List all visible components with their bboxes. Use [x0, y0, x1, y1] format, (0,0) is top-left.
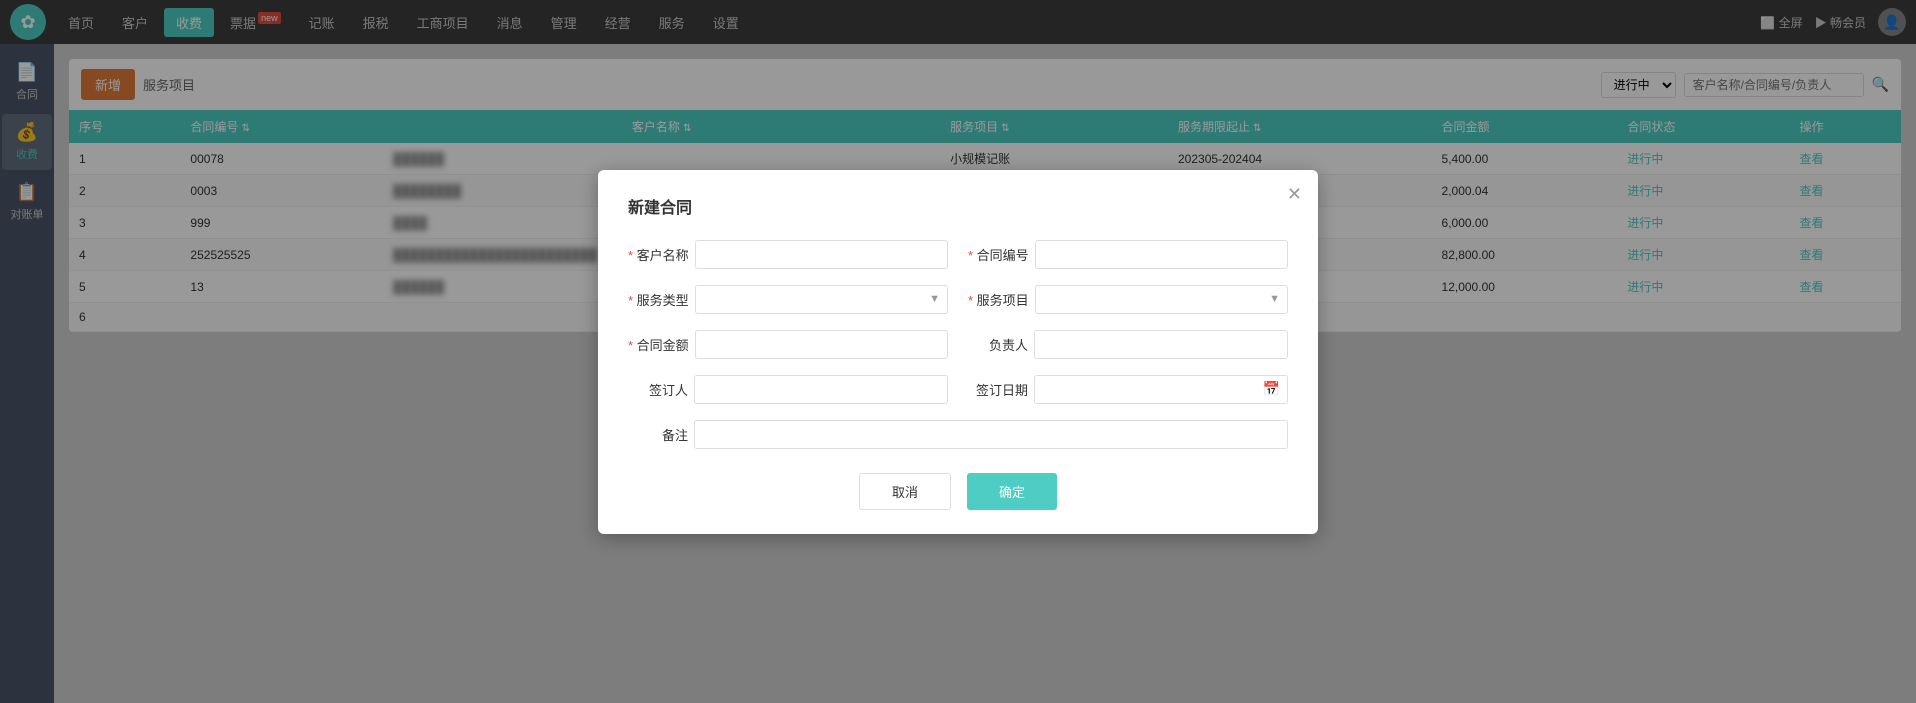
remark-label: 备注 [628, 425, 688, 444]
service-type-select[interactable] [695, 285, 948, 314]
content-area: 新增 服务项目 进行中 已完成 已终止 🔍 序号 合同编号⇅ [54, 44, 1916, 703]
service-item-select-wrapper: ▼ [1035, 285, 1288, 314]
form-group-contract-no: 合同编号 [968, 240, 1288, 269]
modal-close-button[interactable]: ✕ [1287, 184, 1302, 205]
form-group-service-item: 服务项目 ▼ [968, 285, 1288, 314]
sign-date-input[interactable]: 2023-06-06 [1034, 375, 1288, 404]
main-layout: 📄 合同 💰 收费 📋 对账单 新增 服务项目 进行中 已完成 已终止 [0, 44, 1916, 703]
form-row-4: 签订人 签订日期 2023-06-06 📅 [628, 375, 1288, 404]
customer-name-label: 客户名称 [628, 245, 689, 264]
remark-input[interactable] [694, 420, 1288, 449]
customer-name-input[interactable] [695, 240, 948, 269]
form-row-3: 合同金额 0.00 负责人 [628, 330, 1288, 359]
service-item-select[interactable] [1035, 285, 1288, 314]
responsible-input[interactable] [1034, 330, 1288, 359]
form-group-customer-name: 客户名称 [628, 240, 948, 269]
form-group-remark: 备注 [628, 420, 1288, 449]
modal-title: 新建合同 [628, 194, 1288, 218]
form-row-1: 客户名称 合同编号 [628, 240, 1288, 269]
modal-footer: 取消 确定 [628, 473, 1288, 510]
modal-overlay: ✕ 新建合同 客户名称 合同编号 服务类型 [54, 44, 1916, 703]
sign-date-wrapper: 2023-06-06 📅 [1034, 375, 1288, 404]
responsible-label: 负责人 [968, 335, 1028, 354]
form-group-amount: 合同金额 0.00 [628, 330, 948, 359]
confirm-button[interactable]: 确定 [967, 473, 1057, 510]
form-group-responsible: 负责人 [968, 330, 1288, 359]
contract-no-input[interactable] [1035, 240, 1288, 269]
form-row-5: 备注 [628, 420, 1288, 449]
form-group-signer: 签订人 [628, 375, 948, 404]
cancel-button[interactable]: 取消 [859, 473, 951, 510]
new-contract-modal: ✕ 新建合同 客户名称 合同编号 服务类型 [598, 170, 1318, 534]
signer-label: 签订人 [628, 380, 688, 399]
form-row-2: 服务类型 ▼ 服务项目 ▼ [628, 285, 1288, 314]
signer-input[interactable] [694, 375, 948, 404]
sign-date-label: 签订日期 [968, 380, 1028, 399]
form-group-service-type: 服务类型 ▼ [628, 285, 948, 314]
service-type-label: 服务类型 [628, 290, 689, 309]
amount-label: 合同金额 [628, 335, 689, 354]
service-item-label: 服务项目 [968, 290, 1029, 309]
form-group-sign-date: 签订日期 2023-06-06 📅 [968, 375, 1288, 404]
contract-no-label: 合同编号 [968, 245, 1029, 264]
amount-input[interactable]: 0.00 [695, 330, 948, 359]
service-type-select-wrapper: ▼ [695, 285, 948, 314]
